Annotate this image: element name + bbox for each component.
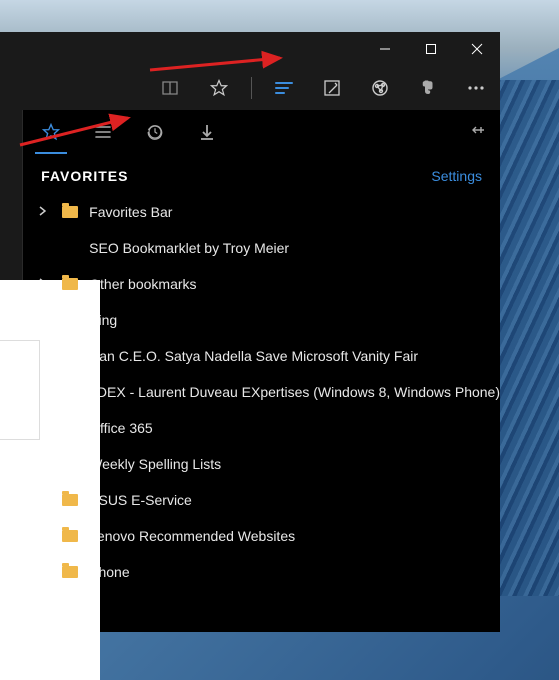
favorite-label: Favorites Bar (89, 204, 172, 220)
favorite-label: Can C.E.O. Satya Nadella Save Microsoft … (89, 348, 418, 364)
folder-icon (61, 203, 79, 221)
reading-view-icon[interactable] (155, 72, 187, 104)
webpage-content: ous nce (0, 280, 100, 680)
favorites-settings-link[interactable]: Settings (431, 168, 482, 184)
favorite-label: Weekly Spelling Lists (89, 456, 221, 472)
favorite-item[interactable]: SEO Bookmarklet by Troy Meier (23, 230, 500, 266)
tab-history[interactable] (143, 110, 167, 154)
evernote-icon[interactable] (412, 72, 444, 104)
tab-favorites[interactable] (39, 110, 63, 154)
chevron-right-icon[interactable] (33, 206, 51, 219)
favorites-heading: FAVORITES (41, 168, 128, 184)
more-icon[interactable] (460, 72, 492, 104)
favorite-label: Other bookmarks (89, 276, 196, 292)
minimize-button[interactable] (362, 32, 408, 66)
browser-toolbar (0, 66, 500, 110)
window-titlebar (0, 32, 500, 66)
blank-icon (61, 239, 79, 257)
close-button[interactable] (454, 32, 500, 66)
favorite-item[interactable]: Favorites Bar (23, 194, 500, 230)
toolbar-separator (251, 77, 252, 99)
browser-window: ous nce (0, 32, 500, 632)
favorite-label: ASUS E-Service (89, 492, 192, 508)
favorite-label: SEO Bookmarklet by Troy Meier (89, 240, 289, 256)
pin-icon[interactable] (470, 122, 486, 143)
tab-reading-list[interactable] (91, 110, 115, 154)
maximize-button[interactable] (408, 32, 454, 66)
page-background: ous nce (0, 110, 22, 632)
tab-downloads[interactable] (195, 110, 219, 154)
webnote-icon[interactable] (316, 72, 348, 104)
share-icon[interactable] (364, 72, 396, 104)
favorite-label: LDEX - Laurent Duveau EXpertises (Window… (89, 384, 500, 400)
favorite-label: Lenovo Recommended Websites (89, 528, 295, 544)
hub-icon[interactable] (268, 72, 300, 104)
hub-tabs (23, 110, 500, 154)
favorite-star-icon[interactable] (203, 72, 235, 104)
content-card[interactable] (0, 340, 40, 440)
